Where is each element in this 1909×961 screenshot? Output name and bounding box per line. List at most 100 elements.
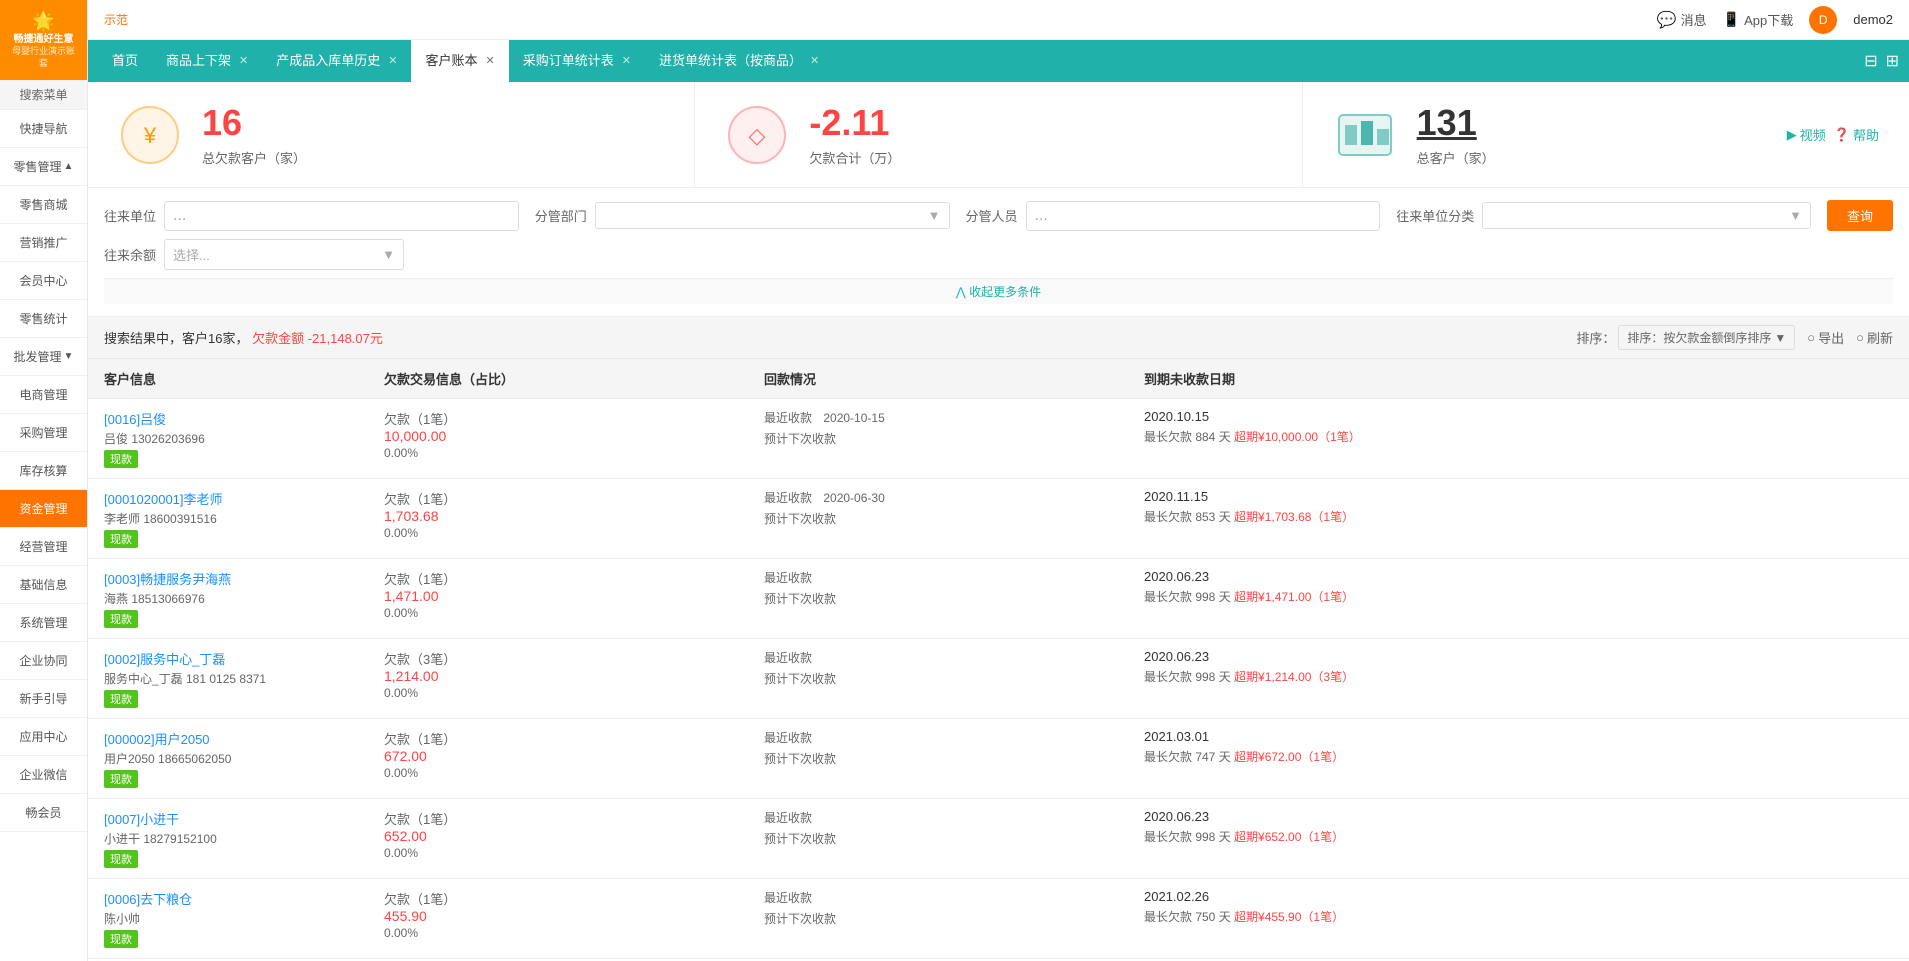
sidebar-item-retail-mgmt[interactable]: 零售管理 ▲ [0, 148, 87, 186]
sort-select[interactable]: 排序：按欠款金额倒序排序 ▼ [1618, 325, 1795, 350]
export-btn[interactable]: ○ 导出 [1807, 328, 1844, 347]
tab-customer-account[interactable]: 客户账本 ✕ [411, 40, 508, 82]
tab-incoming-summary[interactable]: 进货单统计表（按商品） ✕ [645, 40, 833, 82]
refresh-btn[interactable]: ○ 刷新 [1856, 328, 1893, 347]
overdue-amount[interactable]: 超期¥1,471.00（1笔） [1234, 590, 1354, 604]
results-summary: 搜索结果中，客户16家 [104, 331, 235, 346]
sidebar-item-inventory[interactable]: 库存核算 [0, 452, 87, 490]
sidebar-item-newbie[interactable]: 新手引导 [0, 680, 87, 718]
debt-amount[interactable]: 1,214.00 [384, 668, 732, 684]
dept-label: 分管部门 [535, 206, 587, 225]
sidebar-logo: 🌟 畅捷通好生意 母婴行业演示账套 [0, 0, 87, 80]
tab-purchase-summary[interactable]: 采购订单统计表 ✕ [509, 40, 645, 82]
tab-purchase-summary-close[interactable]: ✕ [622, 40, 631, 82]
video-btn[interactable]: ▶ 视频 [1787, 125, 1826, 144]
apps-label: 应用中心 [6, 728, 81, 745]
debt-pct: 0.00% [384, 846, 732, 860]
tab-home[interactable]: 首页 [98, 40, 152, 82]
help-label: 帮助 [1853, 125, 1879, 144]
debt-amount[interactable]: 672.00 [384, 748, 732, 764]
newbie-label: 新手引导 [6, 690, 81, 707]
customer-unit-input[interactable]: ... [164, 201, 519, 231]
tab-customer-account-close[interactable]: ✕ [486, 40, 495, 82]
brand-shortcut[interactable]: 示范 [104, 11, 128, 28]
customer-name-link[interactable]: [0007]小进干 [104, 809, 352, 828]
table-row: [0006]去下粮仓 陈小帅 现款 欠款（1笔） 455.90 0.00% 最近… [88, 879, 1909, 959]
debt-customers-value: 16 [202, 102, 306, 144]
overdue-amount[interactable]: 超期¥455.90（1笔） [1234, 910, 1344, 924]
user-avatar[interactable]: D [1809, 6, 1837, 34]
collapse-bar[interactable]: ⋀ 收起更多条件 [104, 278, 1893, 304]
sidebar-item-wecom[interactable]: 企业微信 [0, 756, 87, 794]
help-btn[interactable]: ❓ 帮助 [1834, 125, 1879, 144]
sort-arrow: ▼ [1774, 331, 1786, 345]
debt-amount[interactable]: 455.90 [384, 908, 732, 924]
sidebar-item-retail-stats[interactable]: 零售统计 [0, 300, 87, 338]
overdue-amount[interactable]: 超期¥10,000.00（1笔） [1234, 430, 1361, 444]
debt-amount[interactable]: 652.00 [384, 828, 732, 844]
minimize-btn[interactable]: ⊟ [1864, 51, 1877, 71]
tab-goods[interactable]: 商品上下架 ✕ [152, 40, 262, 82]
recent-date: 2020-10-15 [823, 411, 884, 425]
balance-select[interactable]: 选择... ▼ [164, 239, 404, 270]
sidebar-item-retail-mall[interactable]: 零售商城 [0, 186, 87, 224]
customer-name-link[interactable]: [0003]畅捷服务尹海燕 [104, 569, 352, 588]
app-download-btn[interactable]: 📱 App下载 [1723, 10, 1794, 29]
sidebar: 🌟 畅捷通好生意 母婴行业演示账套 搜索菜单 快捷导航 零售管理 ▲ 零售商城 … [0, 0, 88, 961]
sidebar-item-apps[interactable]: 应用中心 [0, 718, 87, 756]
customer-name-link[interactable]: [000002]用户2050 [104, 729, 352, 748]
overdue-amount[interactable]: 超期¥1,703.68（1笔） [1234, 510, 1354, 524]
cell-debt-info: 欠款（1笔） 10,000.00 0.00% [368, 399, 748, 479]
sidebar-item-batch-mgmt[interactable]: 批发管理 ▼ [0, 338, 87, 376]
sidebar-item-member[interactable]: 会员中心 [0, 262, 87, 300]
tab-goods-close[interactable]: ✕ [239, 40, 248, 82]
batch-mgmt-arrow: ▼ [64, 351, 74, 362]
sidebar-item-marketing[interactable]: 营销推广 [0, 224, 87, 262]
sidebar-item-basic-info[interactable]: 基础信息 [0, 566, 87, 604]
unit-category-select[interactable]: ▼ [1482, 202, 1811, 229]
sidebar-item-system[interactable]: 系统管理 [0, 604, 87, 642]
debt-count: 欠款（1笔） [384, 889, 732, 908]
overdue-days: 最长欠款 750 天 [1144, 910, 1234, 924]
sidebar-item-finance[interactable]: 资金管理 [0, 490, 87, 528]
debt-amount[interactable]: 10,000.00 [384, 428, 732, 444]
sidebar-item-ecommerce[interactable]: 电商管理 [0, 376, 87, 414]
tab-production-close[interactable]: ✕ [388, 40, 397, 82]
overdue-amount[interactable]: 超期¥1,214.00（3笔） [1234, 670, 1354, 684]
tab-incoming-summary-close[interactable]: ✕ [810, 40, 819, 82]
message-btn[interactable]: 💬 消息 [1657, 10, 1707, 30]
dept-select[interactable]: ▼ [595, 202, 950, 229]
customer-name-link[interactable]: [0002]服务中心_丁磊 [104, 649, 352, 668]
sidebar-item-quick-nav[interactable]: 快捷导航 [0, 110, 87, 148]
overdue-amount[interactable]: 超期¥652.00（1笔） [1234, 830, 1344, 844]
next-recovery: 预计下次收款 [764, 670, 1112, 687]
customer-name-link[interactable]: [0016]吕俊 [104, 409, 352, 428]
maximize-btn[interactable]: ⊞ [1886, 51, 1899, 71]
table-row: [0002]服务中心_丁磊 服务中心_丁磊 181 0125 8371 现款 欠… [88, 639, 1909, 719]
vip-label: 畅会员 [6, 804, 81, 821]
debt-amount[interactable]: 1,703.68 [384, 508, 732, 524]
col-debt-info: 欠款交易信息（占比） [368, 359, 748, 399]
tab-purchase-summary-label: 采购订单统计表 [523, 40, 614, 82]
sidebar-item-operations[interactable]: 经营管理 [0, 528, 87, 566]
overdue-amount[interactable]: 超期¥672.00（1笔） [1234, 750, 1344, 764]
tab-production-label: 产成品入库单历史 [276, 40, 380, 82]
sidebar-item-search-menu[interactable]: 搜索菜单 [0, 80, 87, 110]
message-label: 消息 [1681, 10, 1707, 29]
person-input[interactable]: ... [1026, 201, 1381, 231]
sidebar-item-enterprise[interactable]: 企业协同 [0, 642, 87, 680]
sidebar-item-vip[interactable]: 畅会员 [0, 794, 87, 832]
customer-table: 客户信息 欠款交易信息（占比） 回款情况 到期未收款日期 [0016]吕俊 吕俊… [88, 359, 1909, 961]
debt-pct: 0.00% [384, 526, 732, 540]
sort-control[interactable]: 排序： 排序：按欠款金额倒序排序 ▼ [1576, 325, 1795, 350]
sidebar-item-purchase[interactable]: 采购管理 [0, 414, 87, 452]
customer-name-link[interactable]: [0001020001]李老师 [104, 489, 352, 508]
total-customers-value[interactable]: 131 [1417, 102, 1495, 144]
customer-name-link[interactable]: [0006]去下粮仓 [104, 889, 352, 908]
cell-customer-info: [0006]去下粮仓 陈小帅 现款 [88, 879, 368, 959]
debt-amount[interactable]: 1,471.00 [384, 588, 732, 604]
debt-count: 欠款（1笔） [384, 729, 732, 748]
cell-due-date: 2020.10.15 最长欠款 884 天 超期¥10,000.00（1笔） [1128, 399, 1909, 479]
search-button[interactable]: 查询 [1827, 200, 1893, 231]
tab-production[interactable]: 产成品入库单历史 ✕ [262, 40, 411, 82]
